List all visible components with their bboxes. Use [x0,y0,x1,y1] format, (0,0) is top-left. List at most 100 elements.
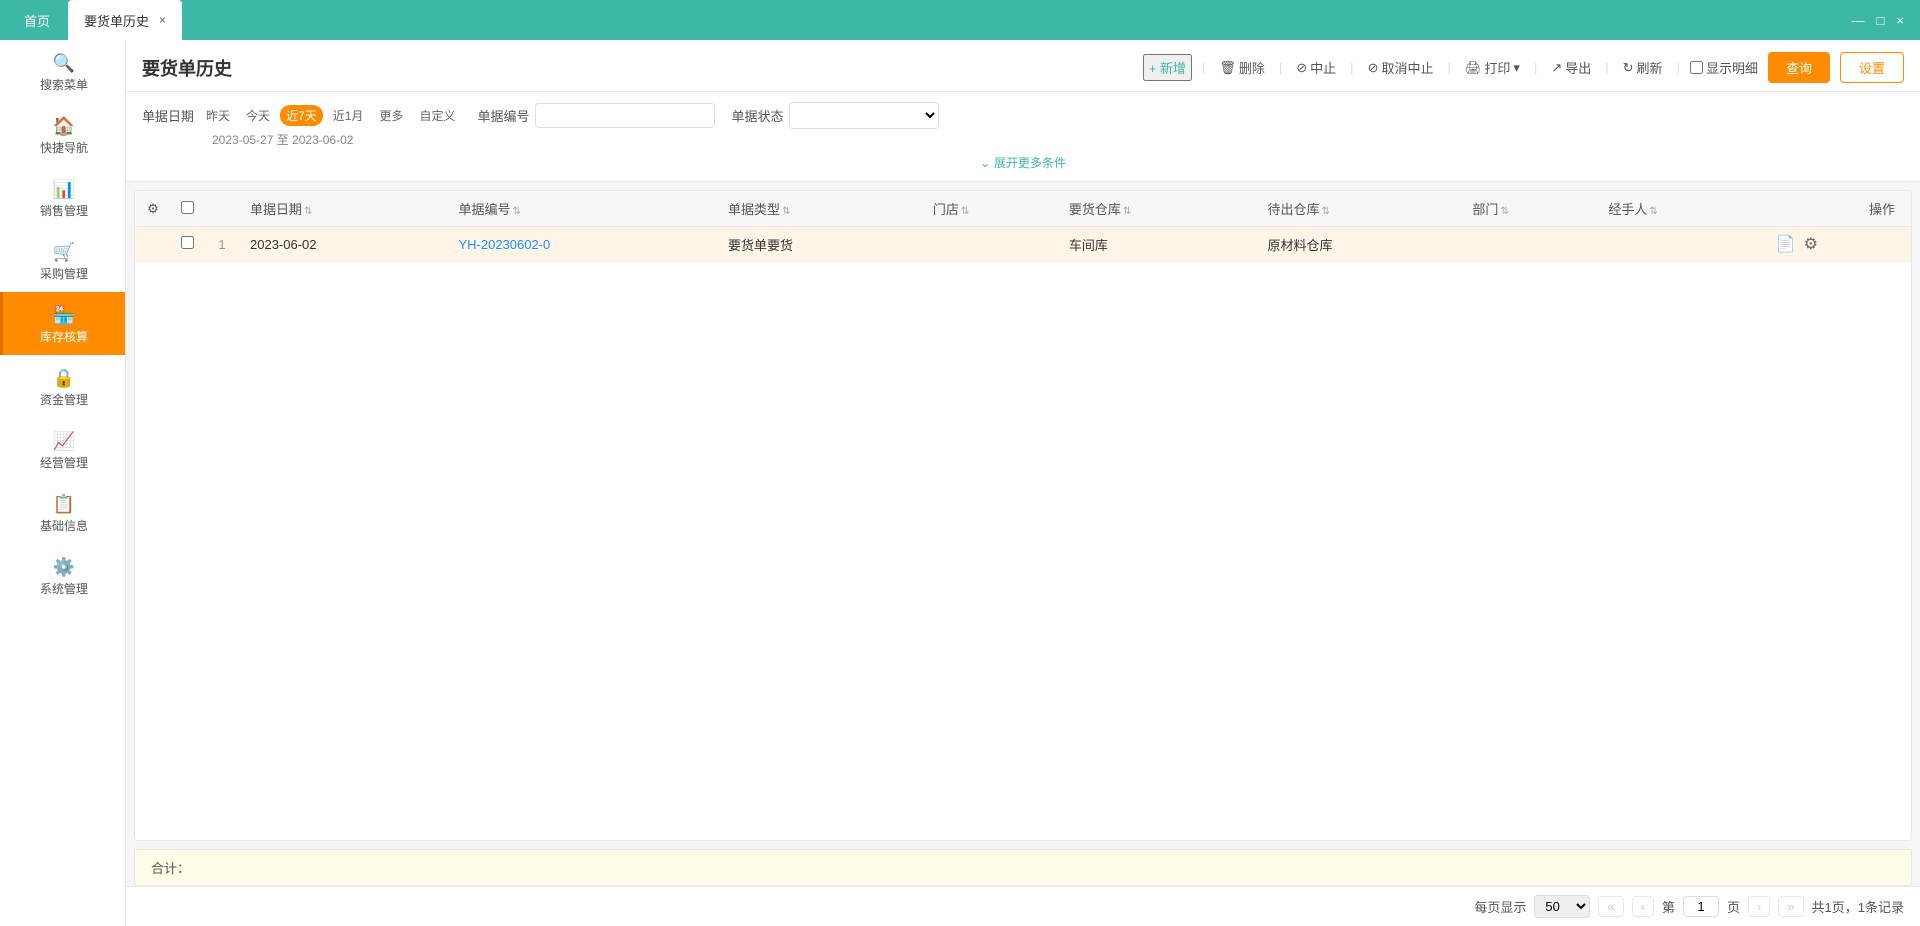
row-edit-icon[interactable]: 📄 [1776,234,1796,254]
cancel-stop-icon: ⊘ [1368,60,1379,76]
row-actions: 📄 ⚙ [1766,227,1911,262]
tab-bar: 首页 要货单历史 × [8,0,1852,40]
home-tab-label: 首页 [24,11,50,30]
date-col-header: 单据日期⇅ [240,191,449,227]
shortcut-1month[interactable]: 近1月 [327,105,370,126]
last-page-button[interactable]: » [1778,896,1803,917]
row-checkbox [171,227,204,262]
row-handler [1598,227,1765,262]
sidebar-item-base-info[interactable]: 📋 基础信息 [0,481,125,544]
content-area: 要货单历史 + 新增 | 🗑 删除 | ⊘ 中止 | ⊘ 取消中止 | [126,40,1920,926]
row-dept [1462,227,1598,262]
action-col-header: 操作 [1766,191,1911,227]
shortcut-yesterday[interactable]: 昨天 [200,105,236,126]
print-dropdown-icon: ▾ [1513,60,1520,76]
prev-page-button[interactable]: ‹ [1632,896,1654,917]
refresh-icon: ↻ [1623,60,1634,76]
select-all-checkbox[interactable] [181,201,194,214]
order-no-link[interactable]: YH-20230602-0 [459,237,551,252]
sidebar-label-base-info: 基础信息 [40,517,88,534]
quick-nav-icon: 🏠 [53,117,75,135]
pending-warehouse-col-header: 待出仓库⇅ [1257,191,1462,227]
delete-button[interactable]: 🗑 删除 [1215,56,1269,79]
date-shortcuts: 昨天 今天 近7天 近1月 更多 自定义 [200,105,461,126]
display-detail-button[interactable]: 显示明细 [1690,58,1758,77]
sidebar-item-finance[interactable]: 🔒 资金管理 [0,355,125,418]
close-window-icon[interactable]: × [1896,13,1904,28]
settings-col-header: ⚙ [135,191,171,227]
cancel-stop-button[interactable]: ⊘ 取消中止 [1364,56,1438,79]
shortcut-7days[interactable]: 近7天 [280,105,323,126]
query-button[interactable]: 查询 [1768,52,1830,83]
checkbox-col-header [171,191,204,227]
expand-more-button[interactable]: ⌄ 展开更多条件 [142,154,1904,171]
store-col-header: 门店⇅ [923,191,1059,227]
pagination-bar: 每页显示 50 10 20 100 « ‹ 第 页 › » 共1页，1条记录 [126,886,1920,926]
sidebar-item-purchase[interactable]: 🛒 采购管理 [0,229,125,292]
status-filter-group: 单据状态 [731,102,939,129]
sidebar-label-inventory: 库存核算 [40,328,88,345]
order-no-label: 单据编号 [477,106,529,125]
new-button[interactable]: + 新增 [1143,54,1192,81]
shortcut-custom[interactable]: 自定义 [413,105,461,126]
settings-button[interactable]: 设置 [1840,52,1904,83]
close-tab-icon[interactable]: × [159,13,166,27]
maximize-icon[interactable]: □ [1877,13,1885,28]
display-detail-checkbox[interactable] [1690,61,1703,74]
page-of-label: 页 [1727,897,1740,916]
operation-icon: 📈 [53,432,75,450]
row-select-checkbox[interactable] [181,236,194,249]
stop-button[interactable]: ⊘ 中止 [1292,56,1340,79]
settings-icon[interactable]: ⚙ [147,201,159,216]
sidebar-item-quick-nav[interactable]: 🏠 快捷导航 [0,103,125,166]
row-date: 2023-06-02 [240,227,449,262]
stop-icon: ⊘ [1296,60,1307,76]
date-filter-group: 单据日期 昨天 今天 近7天 近1月 更多 自定义 [142,105,461,126]
data-table: ⚙ 单据日期⇅ 单据编号⇅ 单据类型⇅ 门店⇅ 要货仓库⇅ 待出仓库⇅ 部门⇅ [135,191,1911,262]
row-pending-warehouse: 原材料仓库 [1257,227,1462,262]
sidebar-label-search-menu: 搜索菜单 [40,76,88,93]
sidebar-item-sales[interactable]: 📊 销售管理 [0,166,125,229]
status-select[interactable] [789,102,939,129]
sidebar-label-quick-nav: 快捷导航 [40,139,88,156]
row-delete-icon[interactable]: ⚙ [1804,234,1818,254]
active-tab-label: 要货单历史 [84,11,149,30]
sidebar-item-operation[interactable]: 📈 经营管理 [0,418,125,481]
delete-icon: 🗑 [1219,60,1236,76]
order-no-filter-group: 单据编号 [477,103,715,128]
table-row: 1 2023-06-02 YH-20230602-0 要货单要货 车间库 原材料… [135,227,1911,262]
export-button[interactable]: ↗ 导出 [1547,56,1595,79]
next-page-button[interactable]: › [1748,896,1770,917]
no-col-header: 单据编号⇅ [449,191,718,227]
per-page-select[interactable]: 50 10 20 100 [1534,895,1590,918]
order-no-input[interactable] [535,103,715,128]
refresh-button[interactable]: ↻ 刷新 [1619,56,1667,79]
table-header-row: ⚙ 单据日期⇅ 单据编号⇅ 单据类型⇅ 门店⇅ 要货仓库⇅ 待出仓库⇅ 部门⇅ [135,191,1911,227]
sidebar-item-search-menu[interactable]: 🔍 搜索菜单 [0,40,125,103]
sidebar-item-inventory[interactable]: 🏪 库存核算 [0,292,125,355]
type-col-header: 单据类型⇅ [718,191,923,227]
req-warehouse-col-header: 要货仓库⇅ [1059,191,1258,227]
sidebar-item-system[interactable]: ⚙️ 系统管理 [0,544,125,607]
sidebar-label-sales: 销售管理 [40,202,88,219]
first-page-button[interactable]: « [1598,896,1623,917]
shortcut-more[interactable]: 更多 [373,105,409,126]
handler-col-header: 经手人⇅ [1598,191,1765,227]
system-icon: ⚙️ [53,558,75,576]
shortcut-today[interactable]: 今天 [240,105,276,126]
window-controls: — □ × [1852,13,1920,28]
print-button[interactable]: 🖨 打印 ▾ [1461,56,1524,79]
tab-active[interactable]: 要货单历史 × [68,0,182,40]
inventory-icon: 🏪 [53,306,75,324]
total-info: 共1页，1条记录 [1812,897,1904,916]
sidebar-label-system: 系统管理 [40,580,88,597]
table-footer: 合计： [134,849,1912,886]
tab-home[interactable]: 首页 [8,0,66,40]
row-num: 1 [204,227,240,262]
page-input[interactable] [1683,896,1719,917]
filter-area: 单据日期 昨天 今天 近7天 近1月 更多 自定义 单据编号 [126,92,1920,182]
print-icon: 🖨 [1465,60,1482,76]
sidebar: 🔍 搜索菜单 🏠 快捷导航 📊 销售管理 🛒 采购管理 🏪 库存核算 🔒 资金管… [0,40,126,926]
minimize-icon[interactable]: — [1852,13,1865,28]
date-range-display: 2023-05-27 至 2023-06-02 [212,133,353,147]
